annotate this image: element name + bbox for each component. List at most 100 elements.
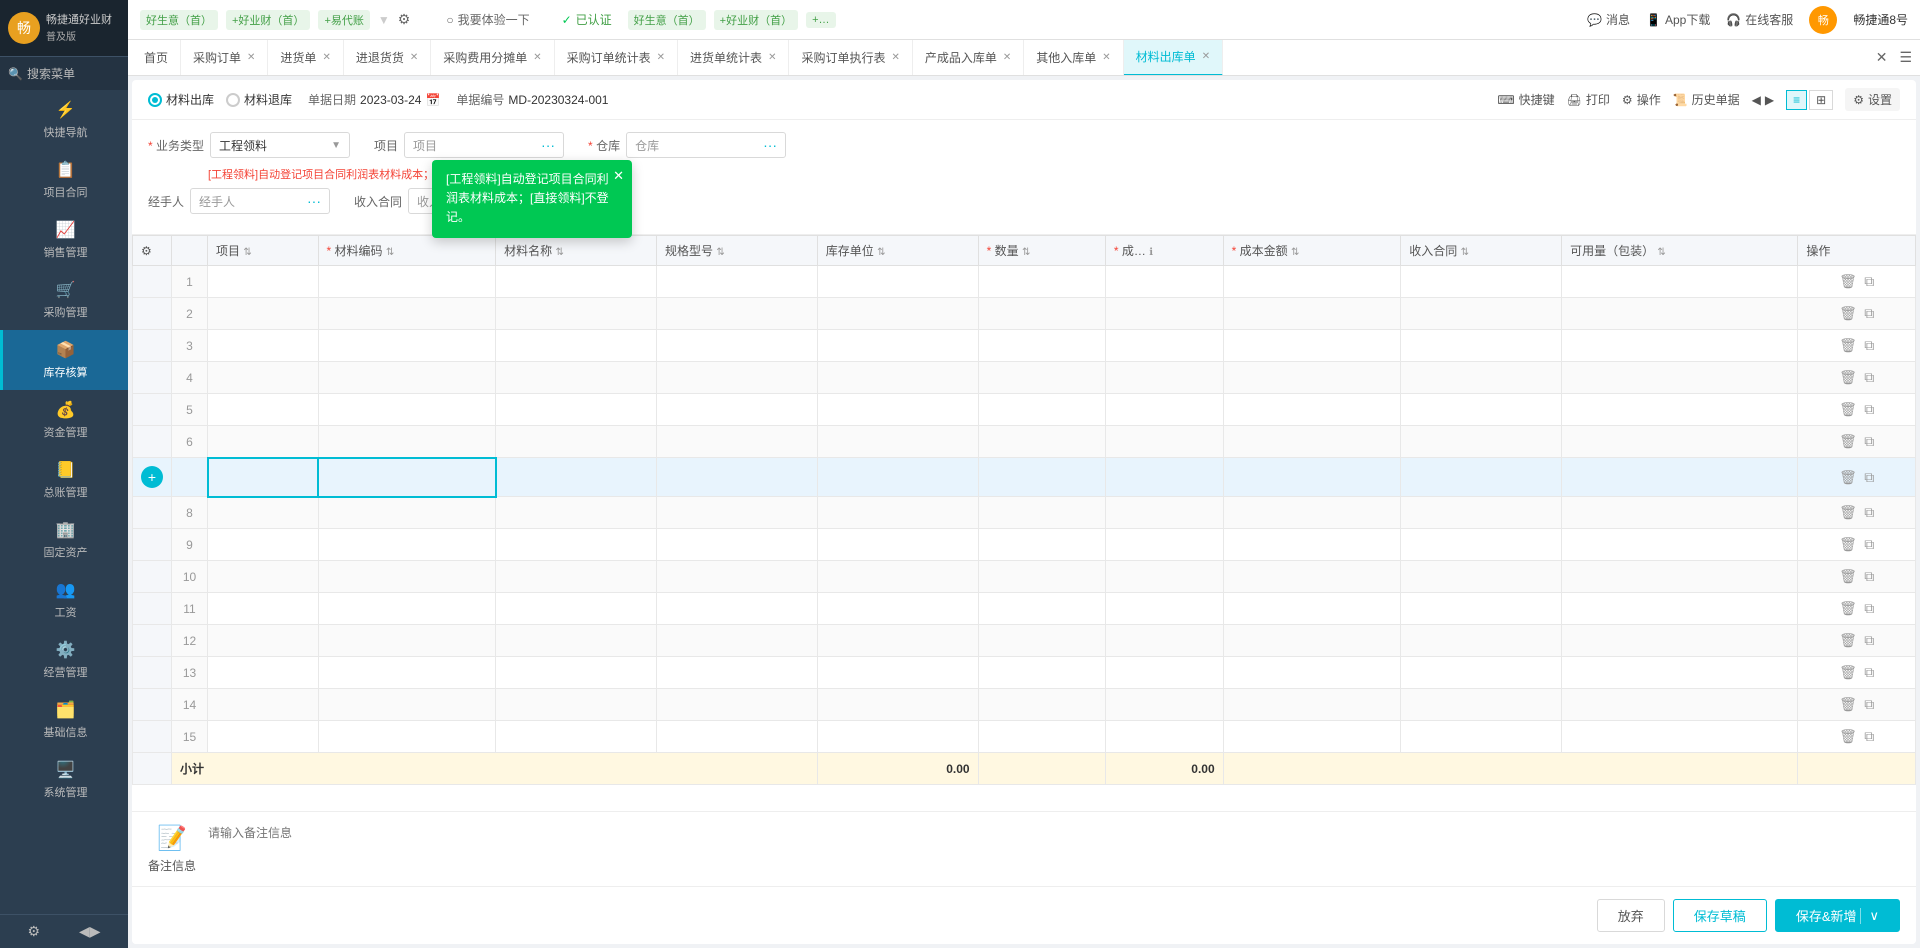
- tab-home[interactable]: 首页: [132, 40, 181, 76]
- print-btn[interactable]: 🖨 打印: [1567, 91, 1610, 108]
- delete-row-btn[interactable]: 🗑: [1839, 401, 1857, 417]
- sort-avail-icon[interactable]: ⇅: [1657, 247, 1665, 258]
- settings-gear-icon[interactable]: ⚙: [27, 923, 40, 940]
- user-avatar[interactable]: 畅: [1809, 6, 1837, 34]
- sort-code-icon[interactable]: ⇅: [386, 247, 394, 258]
- shortcut-key-btn[interactable]: ⌨ 快捷键: [1497, 91, 1554, 108]
- collapse-icon[interactable]: ◀▶: [79, 923, 101, 940]
- handler-select[interactable]: 经手人 ···: [190, 188, 330, 214]
- tab-purchase-in[interactable]: 进货单 ✕: [268, 40, 343, 76]
- sort-name-icon[interactable]: ⇅: [556, 247, 564, 258]
- delete-row-btn[interactable]: 🗑: [1839, 632, 1857, 648]
- delete-row-btn[interactable]: 🗑: [1839, 600, 1857, 616]
- tab-close-purchase-in[interactable]: ✕: [322, 52, 330, 63]
- copy-row-btn[interactable]: ⧉: [1864, 696, 1874, 712]
- tab-finished-in[interactable]: 产成品入库单 ✕: [913, 40, 1024, 76]
- tag-business2[interactable]: 好生意（首）: [628, 10, 706, 30]
- delete-row-btn[interactable]: 🗑: [1839, 664, 1857, 680]
- sidebar-item-accounting[interactable]: 📒 总账管理: [0, 450, 128, 510]
- radio-material-return[interactable]: 材料退库: [226, 91, 292, 108]
- tab-close-other-in[interactable]: ✕: [1102, 52, 1110, 63]
- copy-row-btn[interactable]: ⧉: [1864, 273, 1874, 289]
- sort-project-icon[interactable]: ⇅: [243, 247, 251, 258]
- topbar-gear-icon[interactable]: ⚙: [398, 11, 411, 28]
- tab-purchase-stats[interactable]: 采购订单统计表 ✕: [555, 40, 678, 76]
- grid-view-btn[interactable]: ⊞: [1809, 90, 1833, 110]
- sidebar-item-finance[interactable]: 💰 资金管理: [0, 390, 128, 450]
- copy-row-btn[interactable]: ⧉: [1864, 433, 1874, 449]
- notes-input[interactable]: [208, 824, 1900, 864]
- delete-row-btn[interactable]: 🗑: [1839, 369, 1857, 385]
- delete-row-btn[interactable]: 🗑: [1839, 504, 1857, 520]
- delete-row-btn[interactable]: 🗑: [1839, 568, 1857, 584]
- operation-btn[interactable]: ⚙ 操作: [1622, 91, 1661, 108]
- tag-agent[interactable]: +易代账: [318, 10, 369, 30]
- tab-purchase-return[interactable]: 进退货货 ✕: [344, 40, 431, 76]
- sidebar-item-sales[interactable]: 📈 销售管理: [0, 210, 128, 270]
- next-doc-btn[interactable]: ▶: [1765, 93, 1774, 107]
- copy-row-btn[interactable]: ⧉: [1864, 728, 1874, 744]
- sort-spec-icon[interactable]: ⇅: [716, 247, 724, 258]
- sidebar-item-inventory[interactable]: 📦 库存核算: [0, 330, 128, 390]
- sidebar-item-system[interactable]: 🖥️ 系统管理: [0, 750, 128, 810]
- sort-qty-icon[interactable]: ⇅: [1022, 247, 1030, 258]
- copy-row-btn[interactable]: ⧉: [1864, 369, 1874, 385]
- tab-close-material-out[interactable]: ✕: [1202, 51, 1210, 62]
- delete-row-btn[interactable]: 🗑: [1839, 337, 1857, 353]
- sidebar-item-basic[interactable]: 🗂️ 基础信息: [0, 690, 128, 750]
- biz-type-select[interactable]: 工程领料 ▼: [210, 132, 350, 158]
- calendar-icon[interactable]: 📅: [425, 93, 440, 107]
- table-settings-col[interactable]: ⚙: [133, 236, 172, 266]
- save-draft-btn[interactable]: 保存草稿: [1673, 899, 1767, 932]
- app-download-btn[interactable]: 📱 App下载: [1646, 11, 1710, 28]
- delete-row-btn[interactable]: 🗑: [1839, 305, 1857, 321]
- copy-row-btn[interactable]: ⧉: [1864, 568, 1874, 584]
- radio-material-out[interactable]: 材料出库: [148, 91, 214, 108]
- warehouse-select[interactable]: 仓库 ···: [626, 132, 786, 158]
- tag-financial[interactable]: +好业财（首）: [226, 10, 310, 30]
- tab-purchase-order[interactable]: 采购订单 ✕: [181, 40, 268, 76]
- copy-row-btn[interactable]: ⧉: [1864, 337, 1874, 353]
- sidebar-item-hr[interactable]: 👥 工资: [0, 570, 128, 630]
- tab-close-purchase-expense[interactable]: ✕: [533, 52, 541, 63]
- info-cost-icon[interactable]: ℹ: [1149, 247, 1153, 258]
- sort-income-icon[interactable]: ⇅: [1461, 247, 1469, 258]
- handler-dots-icon[interactable]: ···: [307, 193, 321, 209]
- tab-other-in[interactable]: 其他入库单 ✕: [1024, 40, 1123, 76]
- tab-in-stats[interactable]: 进货单统计表 ✕: [678, 40, 789, 76]
- list-view-btn[interactable]: ≡: [1786, 90, 1807, 110]
- add-row-btn[interactable]: +: [141, 466, 163, 488]
- sidebar-item-purchase[interactable]: 🛒 采购管理: [0, 270, 128, 330]
- sort-amount-icon[interactable]: ⇅: [1291, 247, 1299, 258]
- discard-btn[interactable]: 放弃: [1597, 899, 1665, 932]
- copy-row-btn[interactable]: ⧉: [1864, 664, 1874, 680]
- trial-btn[interactable]: ○ 我要体验一下: [446, 11, 529, 28]
- prev-doc-btn[interactable]: ◀: [1752, 93, 1761, 107]
- sidebar-item-asset[interactable]: 🏢 固定资产: [0, 510, 128, 570]
- copy-row-btn[interactable]: ⧉: [1864, 632, 1874, 648]
- delete-row-btn[interactable]: 🗑: [1839, 536, 1857, 552]
- tab-close-purchase-return[interactable]: ✕: [410, 52, 418, 63]
- copy-row-btn[interactable]: ⧉: [1864, 469, 1874, 485]
- sort-unit-icon[interactable]: ⇅: [877, 247, 885, 258]
- copy-row-btn[interactable]: ⧉: [1864, 600, 1874, 616]
- more-tabs-btn[interactable]: ☰: [1895, 45, 1916, 70]
- project-select[interactable]: 项目 ···: [404, 132, 564, 158]
- tooltip-close-btn[interactable]: ✕: [613, 166, 624, 187]
- project-dots-icon[interactable]: ···: [541, 137, 555, 153]
- tab-close-purchase-stats[interactable]: ✕: [657, 52, 665, 63]
- online-service-btn[interactable]: 🎧 在线客服: [1726, 11, 1793, 28]
- delete-row-btn[interactable]: 🗑: [1839, 728, 1857, 744]
- copy-row-btn[interactable]: ⧉: [1864, 401, 1874, 417]
- tab-close-po-execution[interactable]: ✕: [891, 52, 899, 63]
- close-tab-btn[interactable]: ✕: [1872, 45, 1892, 70]
- warehouse-dots-icon[interactable]: ···: [763, 137, 777, 153]
- tag-financial2[interactable]: +好业财（首）: [714, 10, 798, 30]
- tab-close-finished-in[interactable]: ✕: [1003, 52, 1011, 63]
- copy-row-btn[interactable]: ⧉: [1864, 305, 1874, 321]
- tag-business[interactable]: 好生意（首）: [140, 10, 218, 30]
- tab-close-in-stats[interactable]: ✕: [768, 52, 776, 63]
- sidebar-search[interactable]: 🔍 搜索菜单: [0, 57, 128, 90]
- sidebar-item-project[interactable]: 📋 项目合同: [0, 150, 128, 210]
- delete-row-btn[interactable]: 🗑: [1839, 696, 1857, 712]
